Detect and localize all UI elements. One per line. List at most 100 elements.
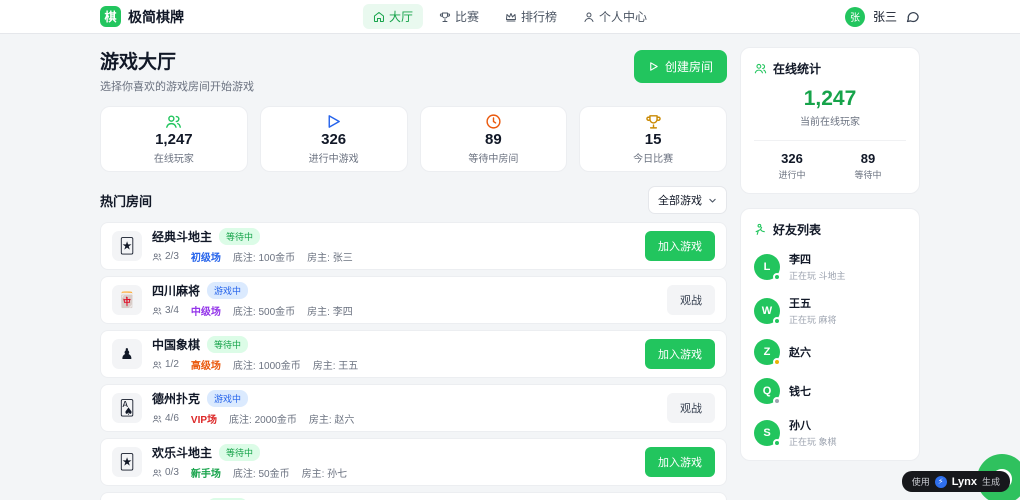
room-name: 经典斗地主 (152, 230, 213, 244)
room-row-guangdong-mahjong: 🀄 广东麻将 等待中 3/4 中级场 底注: 300金币 房主: 周八 加入游戏 (100, 492, 727, 500)
presence-dot (773, 438, 781, 447)
page-subtitle: 选择你喜欢的游戏房间开始游戏 (100, 81, 254, 93)
join-game-button[interactable]: 加入游戏 (645, 231, 715, 261)
crown-icon (506, 12, 516, 21)
users-icon (152, 306, 162, 314)
mahjong-tile-icon: 🀄 (112, 285, 142, 315)
room-players: 0/3 (152, 467, 179, 478)
badge-brand: Lynx (951, 475, 977, 488)
user-avatar[interactable]: 张 (844, 6, 865, 27)
room-level: VIP场 (190, 415, 218, 426)
nav-item-lobby[interactable]: 大厅 (362, 4, 423, 29)
rooms-list: 🃏 经典斗地主 等待中 2/3 初级场 底注: 100金币 房主: 张三 加入游… (100, 222, 727, 500)
join-game-button[interactable]: 加入游戏 (645, 447, 715, 477)
game-card-icon: 🃏 (112, 447, 142, 477)
rooms-section-title: 热门房间 (100, 193, 153, 209)
room-row-sichuan-mahjong: 🀄 四川麻将 游戏中 3/4 中级场 底注: 500金币 房主: 李四 观战 (100, 276, 727, 324)
online-count-label: 当前在线玩家 (800, 117, 860, 128)
status-badge: 等待中 (207, 336, 249, 353)
room-players: 1/2 (152, 359, 179, 370)
page-title: 游戏大厅 (100, 52, 177, 73)
friend-item-lisi[interactable]: L 李四 正在玩 斗地主 (754, 251, 906, 282)
room-stake: 底注: 50金币 (232, 469, 290, 480)
spectate-button[interactable]: 观战 (667, 393, 715, 423)
waiting-count: 89 (860, 151, 876, 166)
nav-item-label: 排行榜 (521, 10, 558, 24)
nav-user-area: 张 张三 (844, 6, 920, 27)
friends-title: 好友列表 (773, 223, 822, 237)
nav-item-matches[interactable]: 比赛 (429, 4, 489, 29)
app-title: 极简棋牌 (128, 8, 184, 25)
stat-label: 在线玩家 (153, 154, 194, 166)
friend-name: 王五 (789, 298, 811, 310)
room-level: 初级场 (190, 253, 221, 264)
brand: 棋 极简棋牌 (100, 6, 184, 27)
presence-dot (773, 272, 781, 281)
stat-label: 进行中游戏 (308, 154, 359, 166)
friend-item-zhaoliu[interactable]: Z 赵六 (754, 339, 906, 366)
sidebar: 在线统计 1,247 当前在线玩家 326 进行中 89 等待中 好友列表 L … (740, 47, 920, 500)
room-owner: 房主: 王五 (312, 361, 359, 372)
room-players: 4/6 (152, 413, 179, 424)
friend-name: 钱七 (789, 386, 811, 398)
play-icon (650, 62, 658, 71)
room-row-happy-doudizhu: 🃏 欢乐斗地主 等待中 0/3 新手场 底注: 50金币 房主: 孙七 加入游戏 (100, 438, 727, 486)
room-owner: 房主: 孙七 (301, 469, 348, 480)
trophy-icon (439, 12, 451, 22)
rooms-header: 热门房间 全部游戏 (100, 186, 727, 214)
game-filter-value: 全部游戏 (658, 195, 702, 207)
nav-item-label: 比赛 (454, 10, 479, 24)
stat-value: 89 (485, 130, 502, 148)
presence-dot (773, 358, 781, 366)
users-icon (152, 414, 162, 422)
in-progress-count: 326 (781, 151, 803, 166)
users-icon (152, 360, 162, 368)
game-filter-select[interactable]: 全部游戏 (648, 186, 727, 214)
chat-bubble-icon[interactable] (905, 9, 920, 24)
room-stake: 底注: 100金币 (232, 253, 296, 264)
create-room-button[interactable]: 创建房间 (633, 50, 727, 83)
room-owner: 房主: 赵六 (308, 415, 355, 426)
stat-label: 等待中房间 (468, 154, 519, 166)
spectate-button[interactable]: 观战 (667, 285, 715, 315)
lynx-attribution-badge[interactable]: 使用 ⚡ Lynx 生成 (901, 471, 1010, 492)
join-game-button[interactable]: 加入游戏 (645, 339, 715, 369)
user-name: 张三 (872, 10, 897, 24)
status-badge: 游戏中 (207, 390, 249, 407)
room-stake: 底注: 500金币 (232, 307, 296, 318)
users-icon (166, 115, 182, 128)
chess-pawn-icon: ♟ (112, 339, 142, 369)
room-row-chinese-chess: ♟ 中国象棋 等待中 1/2 高级场 底注: 1000金币 房主: 王五 加入游… (100, 330, 727, 378)
playing-card-icon: 🂡 (112, 393, 142, 423)
status-badge: 等待中 (219, 228, 261, 245)
content: 游戏大厅 选择你喜欢的游戏房间开始游戏 创建房间 1,247 在线玩家 326 … (100, 34, 920, 500)
friend-status: 正在玩 麻将 (789, 315, 837, 325)
online-stats-card: 在线统计 1,247 当前在线玩家 326 进行中 89 等待中 (740, 47, 920, 194)
create-room-label: 创建房间 (664, 60, 713, 74)
friend-activity-icon (755, 223, 765, 235)
nav-item-leaderboard[interactable]: 排行榜 (495, 4, 567, 29)
friend-name: 李四 (789, 254, 811, 266)
room-name: 欢乐斗地主 (152, 446, 213, 460)
users-icon (152, 252, 162, 260)
stat-card-online-players: 1,247 在线玩家 (100, 106, 248, 172)
chevron-down-icon (709, 198, 716, 203)
stat-value: 1,247 (155, 130, 193, 148)
nav-item-profile[interactable]: 个人中心 (573, 4, 657, 29)
room-players: 2/3 (152, 251, 179, 262)
room-level: 高级场 (190, 361, 221, 372)
friend-item-wangwu[interactable]: W 王五 正在玩 麻将 (754, 295, 906, 326)
room-name: 四川麻将 (152, 284, 201, 298)
stat-card-waiting-rooms: 89 等待中房间 (419, 106, 568, 172)
room-stake: 底注: 1000金币 (232, 361, 301, 372)
badge-suffix: 生成 (981, 477, 1000, 487)
friend-item-qianqi[interactable]: Q 钱七 (754, 378, 906, 405)
friends-card: 好友列表 L 李四 正在玩 斗地主 W 王五 正在玩 麻将 Z 赵六 Q 钱七 … (740, 208, 920, 461)
stat-card-todays-matches: 15 今日比赛 (579, 106, 727, 172)
lynx-logo-icon: ⚡ (934, 475, 947, 488)
game-card-icon: 🃏 (112, 231, 142, 261)
badge-prefix: 使用 (911, 477, 930, 487)
stat-value: 15 (644, 130, 662, 148)
friend-item-sunba[interactable]: S 孙八 正在玩 象棋 (754, 417, 906, 448)
room-level: 中级场 (190, 307, 221, 318)
